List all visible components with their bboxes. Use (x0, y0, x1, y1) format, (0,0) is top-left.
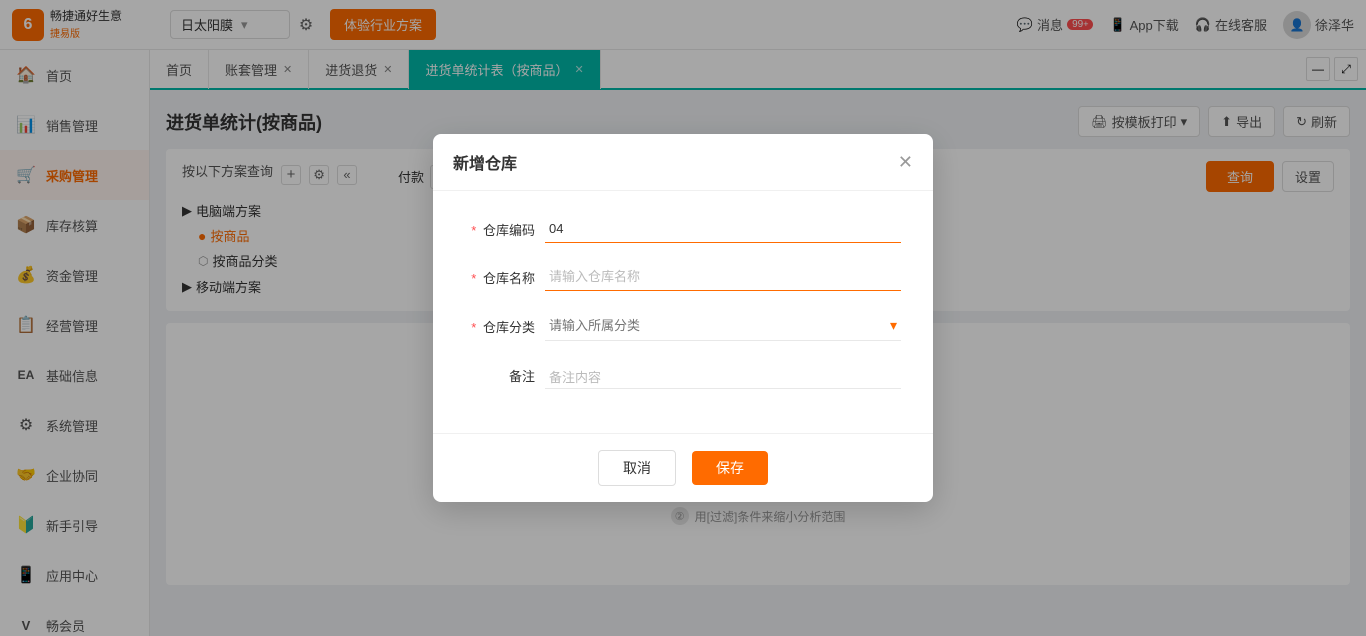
form-row-category: * 仓库分类 ▾ (465, 311, 901, 341)
note-textarea[interactable] (545, 361, 901, 389)
category-select-wrapper: ▾ (545, 311, 901, 341)
dialog-title: 新增仓库 (453, 150, 517, 174)
name-label: * 仓库名称 (465, 268, 545, 287)
dialog-header: 新增仓库 ✕ (433, 134, 933, 191)
form-row-name: * 仓库名称 (465, 263, 901, 291)
cancel-button[interactable]: 取消 (598, 450, 676, 486)
dialog-close-button[interactable]: ✕ (898, 153, 913, 171)
name-input[interactable] (545, 263, 901, 291)
save-button[interactable]: 保存 (692, 451, 768, 485)
form-row-code: * 仓库编码 (465, 215, 901, 243)
required-mark: * (471, 223, 476, 238)
category-chevron-icon[interactable]: ▾ (890, 317, 897, 334)
dialog-footer: 取消 保存 (433, 433, 933, 502)
category-label: * 仓库分类 (465, 317, 545, 336)
category-input[interactable] (549, 318, 890, 333)
form-row-note: 备注 (465, 361, 901, 389)
modal-overlay: 新增仓库 ✕ * 仓库编码 * 仓库名称 (0, 0, 1366, 636)
code-label: * 仓库编码 (465, 220, 545, 239)
code-input[interactable] (545, 215, 901, 243)
dialog-body: * 仓库编码 * 仓库名称 * 仓库分类 (433, 191, 933, 433)
note-label: 备注 (465, 366, 545, 385)
new-warehouse-dialog: 新增仓库 ✕ * 仓库编码 * 仓库名称 (433, 134, 933, 502)
